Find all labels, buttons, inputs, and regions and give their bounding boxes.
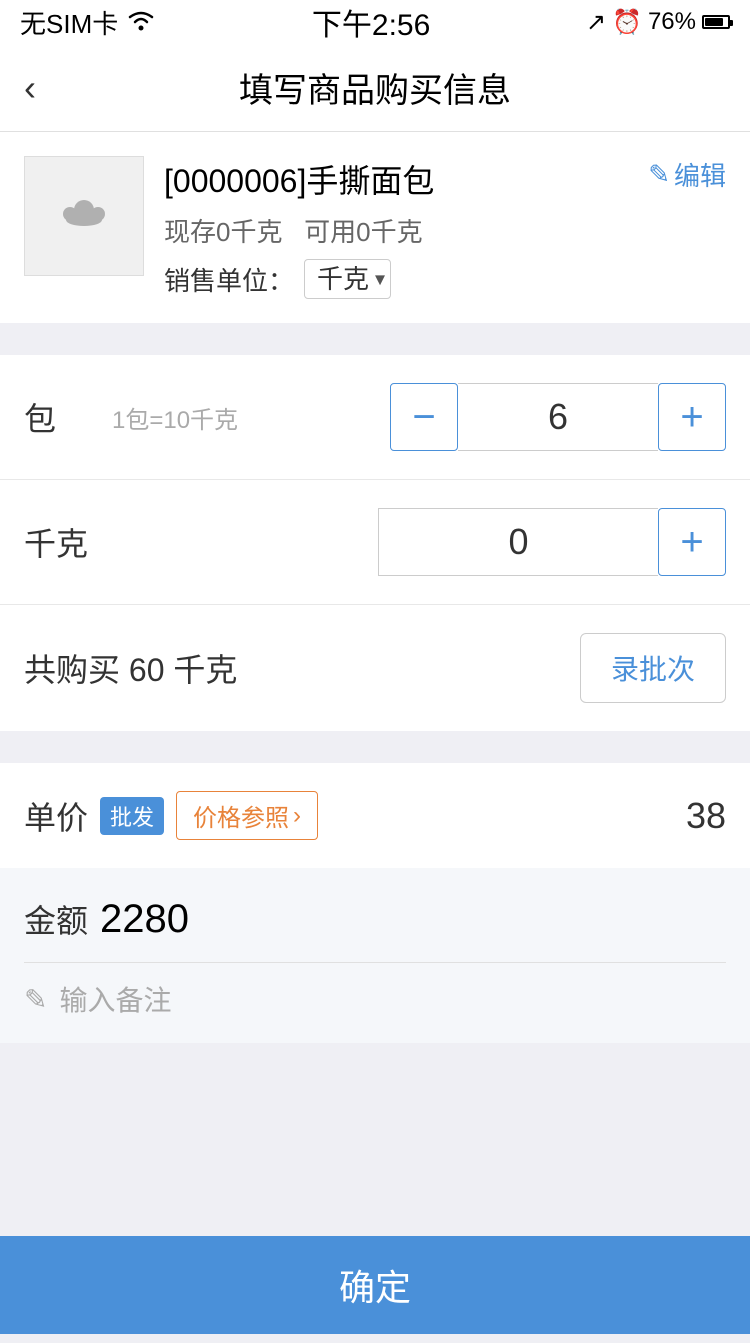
alarm-icon: ⏰ <box>612 8 642 37</box>
divider-1 <box>0 339 750 355</box>
product-unit-row: 销售单位： 千克 <box>164 259 726 299</box>
price-ref-button[interactable]: 价格参照 › <box>176 791 318 840</box>
nav-bar: ‹ 填写商品购买信息 <box>0 44 750 132</box>
kg-input[interactable] <box>378 508 658 576</box>
bag-input[interactable] <box>458 383 658 451</box>
unit-select-wrap[interactable]: 千克 <box>304 259 391 299</box>
amount-row: 金额 2280 <box>24 896 726 942</box>
bag-hint: 1包=10千克 <box>112 400 390 435</box>
batch-button[interactable]: 录批次 <box>580 633 726 703</box>
edit-button[interactable]: ✎ 编辑 <box>648 156 726 193</box>
bag-stepper: − + <box>390 383 726 451</box>
carrier-label: 无SIM卡 <box>20 4 118 41</box>
status-time: 下午2:56 <box>312 0 430 44</box>
amount-section: 金额 2280 ✎ 输入备注 <box>0 868 750 1043</box>
status-left: 无SIM卡 <box>20 4 156 41</box>
note-placeholder: 输入备注 <box>59 979 171 1019</box>
product-thumbnail <box>24 156 144 276</box>
note-row[interactable]: ✎ 输入备注 <box>24 962 726 1043</box>
product-info: [0000006]手撕面包 ✎ 编辑 现存0千克 可用0千克 销售单位： 千克 <box>164 156 726 299</box>
product-card: [0000006]手撕面包 ✎ 编辑 现存0千克 可用0千克 销售单位： 千克 <box>0 132 750 323</box>
price-value: 38 <box>686 795 726 837</box>
unit-select[interactable]: 千克 <box>304 259 391 299</box>
kg-plus-button[interactable]: + <box>658 508 726 576</box>
price-left: 单价 批发 价格参照 › <box>24 791 318 840</box>
bag-input-row: 包 1包=10千克 − + <box>0 355 750 480</box>
confirm-button[interactable]: 确定 <box>0 1236 750 1334</box>
kg-input-row: 千克 + <box>0 480 750 605</box>
price-section: 单价 批发 价格参照 › 38 <box>0 763 750 868</box>
bag-minus-button[interactable]: − <box>390 383 458 451</box>
product-name: [0000006]手撕面包 <box>164 156 434 202</box>
product-stock: 现存0千克 可用0千克 <box>164 212 726 249</box>
price-row: 单价 批发 价格参照 › 38 <box>24 791 726 840</box>
edit-icon: ✎ <box>648 159 670 190</box>
battery-label: 76% <box>648 8 696 36</box>
divider-2 <box>0 731 750 747</box>
wifi-icon <box>126 7 156 38</box>
input-section: 包 1包=10千克 − + 千克 + <box>0 355 750 605</box>
battery-icon <box>702 15 730 29</box>
page-title: 填写商品购买信息 <box>239 63 511 112</box>
bag-label: 包 <box>24 394 104 440</box>
kg-label: 千克 <box>24 519 104 565</box>
amount-label: 金额 <box>24 896 88 942</box>
price-label: 单价 <box>24 793 88 839</box>
price-tag: 批发 <box>100 797 164 835</box>
location-icon: ↗ <box>586 8 606 37</box>
status-right: ↗ ⏰ 76% <box>586 8 730 37</box>
product-name-row: [0000006]手撕面包 ✎ 编辑 <box>164 156 726 202</box>
total-row: 共购买 60 千克 录批次 <box>0 605 750 731</box>
total-text: 共购买 60 千克 <box>24 645 237 691</box>
kg-stepper: + <box>378 508 726 576</box>
back-button[interactable]: ‹ <box>24 67 36 109</box>
status-bar: 无SIM卡 下午2:56 ↗ ⏰ 76% <box>0 0 750 44</box>
note-icon: ✎ <box>24 983 47 1016</box>
bag-plus-button[interactable]: + <box>658 383 726 451</box>
amount-value: 2280 <box>100 897 189 942</box>
